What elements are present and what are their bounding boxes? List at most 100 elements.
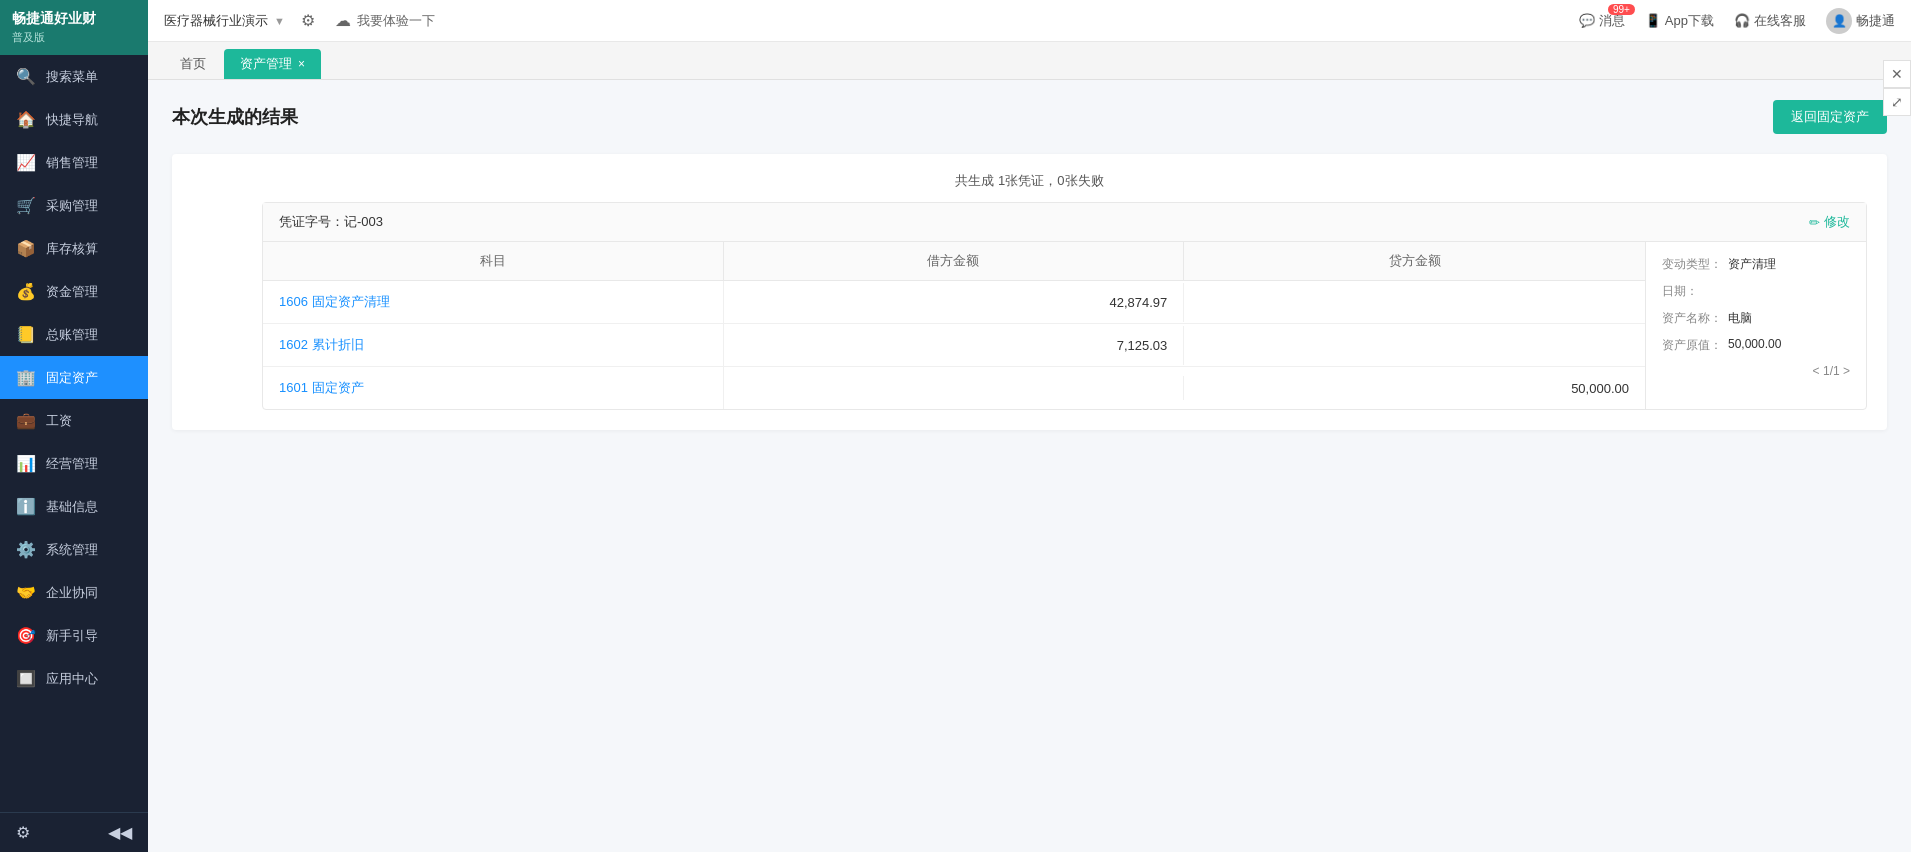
col-debit: 借方金额 bbox=[724, 242, 1185, 280]
table-body: 1606 固定资产清理 42,874.97 1602 累计折旧 7,125.03 bbox=[263, 281, 1645, 409]
sidebar-item-inventory[interactable]: 📦 库存核算 bbox=[0, 227, 148, 270]
topbar: 医疗器械行业演示 ▼ ⚙ ☁ 我要体验一下 💬 消息 99+ 📱 App下载 🎧… bbox=[148, 0, 1911, 42]
sidebar-item-label: 搜索菜单 bbox=[46, 68, 98, 86]
date-row: 日期： bbox=[1662, 283, 1850, 300]
debit-cell-2: 7,125.03 bbox=[724, 326, 1185, 365]
asset-value-row: 资产原值： 50,000.00 bbox=[1662, 337, 1850, 354]
dropdown-arrow-icon: ▼ bbox=[274, 15, 285, 27]
sidebar-item-payroll[interactable]: 💼 工资 bbox=[0, 399, 148, 442]
prev-page-icon[interactable]: < bbox=[1813, 364, 1820, 378]
asset-name-value: 电脑 bbox=[1728, 310, 1752, 327]
sidebar-item-finance[interactable]: 💰 资金管理 bbox=[0, 270, 148, 313]
sidebar-nav: 🔍 搜索菜单 🏠 快捷导航 📈 销售管理 🛒 采购管理 📦 库存核算 💰 资金管… bbox=[0, 55, 148, 812]
sidebar-item-label: 快捷导航 bbox=[46, 111, 98, 129]
debit-cell-1: 42,874.97 bbox=[724, 283, 1185, 322]
finance-icon: 💰 bbox=[16, 282, 36, 301]
fixed-assets-icon: 🏢 bbox=[16, 368, 36, 387]
sidebar-item-label: 总账管理 bbox=[46, 326, 98, 344]
sidebar-item-quicknav[interactable]: 🏠 快捷导航 bbox=[0, 98, 148, 141]
sidebar-item-guide[interactable]: 🎯 新手引导 bbox=[0, 614, 148, 657]
tab-asset-management[interactable]: 资产管理 × bbox=[224, 49, 321, 79]
next-page-icon[interactable]: > bbox=[1843, 364, 1850, 378]
topbar-right: 💬 消息 99+ 📱 App下载 🎧 在线客服 👤 畅捷通 bbox=[1579, 8, 1895, 34]
close-panel-button[interactable]: ✕ bbox=[1883, 60, 1911, 88]
tab-close-icon[interactable]: × bbox=[298, 57, 305, 71]
cooperation-icon: 🤝 bbox=[16, 583, 36, 602]
purchase-icon: 🛒 bbox=[16, 196, 36, 215]
edit-icon: ✏ bbox=[1809, 215, 1820, 230]
service-icon: 🎧 bbox=[1734, 13, 1750, 28]
tabbar: 首页 资产管理 × bbox=[148, 42, 1911, 80]
tab-home[interactable]: 首页 bbox=[164, 49, 222, 79]
avatar: 👤 bbox=[1826, 8, 1852, 34]
sidebar-footer: ⚙ ◀◀ bbox=[0, 812, 148, 852]
user-name: 畅捷通 bbox=[1856, 12, 1895, 30]
panel-controls: ✕ ⤢ bbox=[1883, 60, 1911, 116]
account-cell-2[interactable]: 1602 累计折旧 bbox=[263, 324, 724, 366]
online-service-button[interactable]: 🎧 在线客服 bbox=[1734, 12, 1806, 30]
home-icon: 🏠 bbox=[16, 110, 36, 129]
expand-panel-button[interactable]: ⤢ bbox=[1883, 88, 1911, 116]
settings-icon[interactable]: ⚙ bbox=[16, 823, 30, 842]
account-cell-3[interactable]: 1601 固定资产 bbox=[263, 367, 724, 409]
edit-voucher-button[interactable]: ✏ 修改 bbox=[1809, 213, 1850, 231]
app-subtitle: 普及版 bbox=[12, 30, 45, 45]
settings-gear-icon[interactable]: ⚙ bbox=[301, 11, 315, 30]
sidebar-item-label: 固定资产 bbox=[46, 369, 98, 387]
table-header: 科目 借方金额 贷方金额 bbox=[263, 242, 1645, 281]
ledger-icon: 📒 bbox=[16, 325, 36, 344]
app-download-label: App下载 bbox=[1665, 12, 1714, 30]
company-name: 医疗器械行业演示 bbox=[164, 12, 268, 30]
search-icon: 🔍 bbox=[16, 67, 36, 86]
sidebar-item-system[interactable]: ⚙️ 系统管理 bbox=[0, 528, 148, 571]
guide-icon: 🎯 bbox=[16, 626, 36, 645]
management-icon: 📊 bbox=[16, 454, 36, 473]
result-area: 共生成 1张凭证，0张失败 ✓ 成功 凭证字号：记-003 ✏ 修改 bbox=[172, 154, 1887, 430]
sidebar-item-sales[interactable]: 📈 销售管理 bbox=[0, 141, 148, 184]
change-type-row: 变动类型： 资产清理 bbox=[1662, 256, 1850, 273]
company-selector[interactable]: 医疗器械行业演示 ▼ bbox=[164, 12, 285, 30]
col-account: 科目 bbox=[263, 242, 724, 280]
asset-name-row: 资产名称： 电脑 bbox=[1662, 310, 1850, 327]
credit-cell-2 bbox=[1184, 333, 1645, 357]
sidebar-item-management[interactable]: 📊 经营管理 bbox=[0, 442, 148, 485]
asset-name-label: 资产名称： bbox=[1662, 310, 1722, 327]
tab-active-label: 资产管理 bbox=[240, 55, 292, 73]
table-row: 1606 固定资产清理 42,874.97 bbox=[263, 281, 1645, 324]
sidebar-item-label: 企业协同 bbox=[46, 584, 98, 602]
experience-button[interactable]: ☁ 我要体验一下 bbox=[335, 11, 435, 30]
download-icon: 📱 bbox=[1645, 13, 1661, 28]
col-credit: 贷方金额 bbox=[1184, 242, 1645, 280]
voucher-table: 科目 借方金额 贷方金额 1606 固定资产清理 42,874.97 bbox=[263, 242, 1646, 409]
sidebar-item-label: 采购管理 bbox=[46, 197, 98, 215]
system-icon: ⚙️ bbox=[16, 540, 36, 559]
asset-value-label: 资产原值： bbox=[1662, 337, 1722, 354]
collapse-icon[interactable]: ◀◀ bbox=[108, 823, 132, 842]
back-to-fixed-assets-button[interactable]: 返回固定资产 bbox=[1773, 100, 1887, 134]
sidebar-item-cooperation[interactable]: 🤝 企业协同 bbox=[0, 571, 148, 614]
sidebar-item-ledger[interactable]: 📒 总账管理 bbox=[0, 313, 148, 356]
side-panel-pagination: < 1/1 > bbox=[1662, 364, 1850, 378]
user-menu[interactable]: 👤 畅捷通 bbox=[1826, 8, 1895, 34]
sidebar-item-label: 库存核算 bbox=[46, 240, 98, 258]
date-label: 日期： bbox=[1662, 283, 1698, 300]
sidebar-item-fixed-assets[interactable]: 🏢 固定资产 bbox=[0, 356, 148, 399]
voucher-number: 凭证字号：记-003 bbox=[279, 213, 383, 231]
inventory-icon: 📦 bbox=[16, 239, 36, 258]
sidebar-item-app-center[interactable]: 🔲 应用中心 bbox=[0, 657, 148, 700]
app-download-button[interactable]: 📱 App下载 bbox=[1645, 12, 1714, 30]
result-summary: 共生成 1张凭证，0张失败 bbox=[172, 154, 1887, 202]
sidebar-item-label: 销售管理 bbox=[46, 154, 98, 172]
sidebar-item-label: 工资 bbox=[46, 412, 72, 430]
info-icon: ℹ️ bbox=[16, 497, 36, 516]
change-type-value: 资产清理 bbox=[1728, 256, 1776, 273]
message-button[interactable]: 💬 消息 99+ bbox=[1579, 12, 1625, 30]
sidebar-item-purchase[interactable]: 🛒 采购管理 bbox=[0, 184, 148, 227]
account-cell-1[interactable]: 1606 固定资产清理 bbox=[263, 281, 724, 323]
voucher-header: 凭证字号：记-003 ✏ 修改 bbox=[263, 203, 1866, 242]
app-center-icon: 🔲 bbox=[16, 669, 36, 688]
sidebar-item-search[interactable]: 🔍 搜索菜单 bbox=[0, 55, 148, 98]
sidebar-item-basic-info[interactable]: ℹ️ 基础信息 bbox=[0, 485, 148, 528]
cloud-icon: ☁ bbox=[335, 11, 351, 30]
page-title: 本次生成的结果 bbox=[172, 105, 298, 129]
